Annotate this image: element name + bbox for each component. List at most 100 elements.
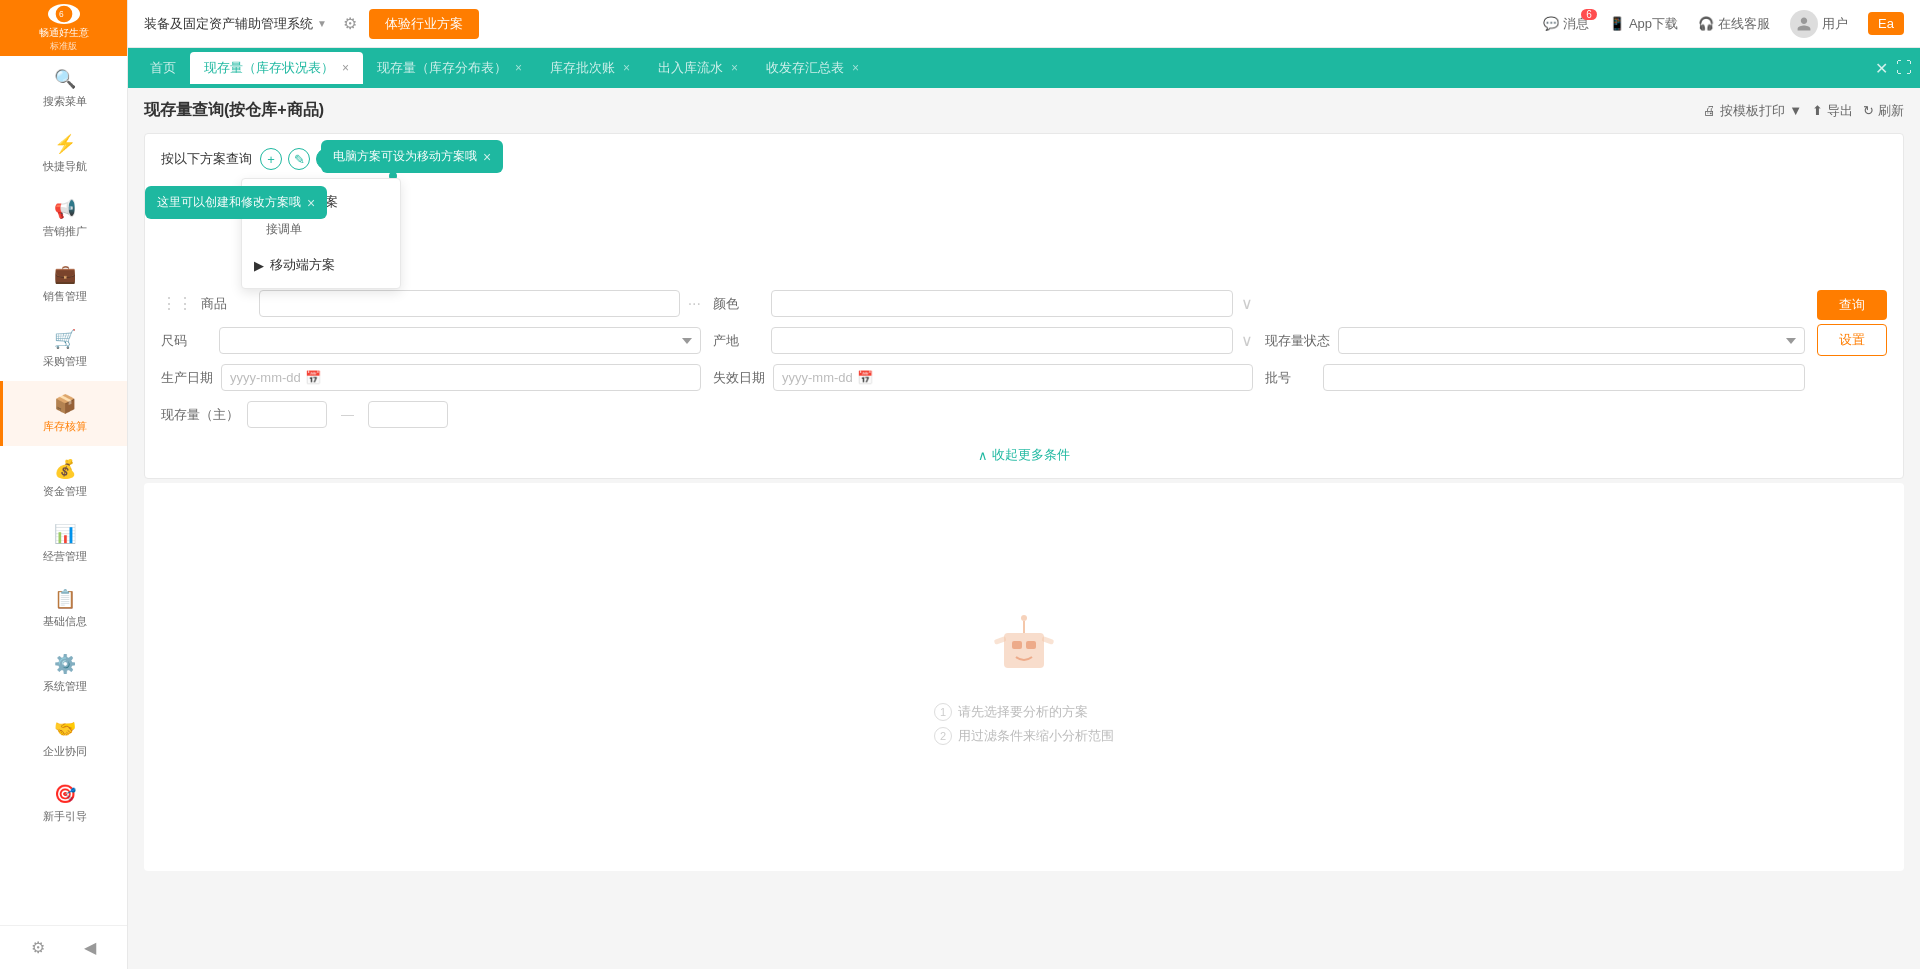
print-label: 按模板打印: [1720, 102, 1785, 120]
size-select[interactable]: [219, 327, 701, 354]
field-color-wrapper: 颜色 ∨: [713, 290, 1253, 317]
purchase-icon: 🛒: [54, 328, 76, 350]
sidebar-item-operations[interactable]: 📊 经营管理: [0, 511, 127, 576]
tab-fullscreen-button[interactable]: ⛶: [1896, 59, 1912, 77]
stock-main-to-input[interactable]: [368, 401, 448, 428]
operations-icon: 📊: [54, 523, 76, 545]
sidebar-item-sales[interactable]: 💼 销售管理: [0, 251, 127, 316]
stock-main-label: 现存量（主）: [161, 406, 239, 424]
tab-flow[interactable]: 出入库流水 ×: [644, 52, 752, 84]
collapse-icon: ▶: [254, 258, 264, 273]
sku-more-icon[interactable]: ···: [688, 295, 701, 313]
color-caret[interactable]: ∨: [1241, 294, 1253, 313]
sidebar-item-marketing[interactable]: 📢 营销推广: [0, 186, 127, 251]
tab-inventory-status[interactable]: 现存量（库存状况表） ×: [190, 52, 363, 84]
system-selector[interactable]: 装备及固定资产辅助管理系统 ▼: [144, 15, 327, 33]
mobile-scheme-header[interactable]: ▶ 移动端方案: [242, 252, 400, 278]
sidebar-item-system[interactable]: ⚙️ 系统管理: [0, 641, 127, 706]
tab-close-all-button[interactable]: ✕: [1875, 59, 1888, 78]
sidebar-item-label: 库存核算: [43, 419, 87, 434]
message-item[interactable]: 💬 消息 6: [1543, 15, 1589, 33]
svg-text:6: 6: [59, 9, 64, 19]
sku-drag-handle[interactable]: ⋮⋮: [161, 294, 193, 313]
tab-inventory-distribution[interactable]: 现存量（库存分布表） ×: [363, 52, 536, 84]
calendar-icon-2: 📅: [857, 370, 873, 385]
tab-label: 出入库流水: [658, 59, 723, 77]
user-item[interactable]: 用户: [1790, 10, 1848, 38]
solution-button[interactable]: 体验行业方案: [369, 9, 479, 39]
page-title: 现存量查询(按仓库+商品): [144, 100, 324, 121]
app-download-item[interactable]: 📱 App下载: [1609, 15, 1678, 33]
tooltip-close-2[interactable]: ×: [307, 195, 315, 211]
main-content: 装备及固定资产辅助管理系统 ▼ ⚙ 体验行业方案 💬 消息 6 📱 App下载 …: [128, 0, 1920, 969]
tooltip-text-1: 电脑方案可设为移动方案哦: [333, 148, 477, 165]
tip-text-2: 用过滤条件来缩小分析范围: [958, 727, 1114, 745]
refresh-button[interactable]: ↻ 刷新: [1863, 102, 1904, 120]
sidebar-item-nav[interactable]: ⚡ 快捷导航: [0, 121, 127, 186]
origin-caret[interactable]: ∨: [1241, 331, 1253, 350]
tab-home[interactable]: 首页: [136, 52, 190, 84]
sidebar-item-basic-info[interactable]: 📋 基础信息: [0, 576, 127, 641]
settings-icon[interactable]: ⚙: [343, 14, 357, 33]
sidebar-item-finance[interactable]: 💰 资金管理: [0, 446, 127, 511]
filter-grid: ⋮⋮ 商品 ··· 颜色 ∨: [161, 290, 1805, 438]
prod-date-label: 生产日期: [161, 369, 213, 387]
tab-close-icon[interactable]: ×: [342, 61, 349, 75]
field-batch-wrapper: 批号: [1265, 364, 1805, 391]
logo-icon: 6: [48, 4, 80, 24]
empty-state: 1 请先选择要分析的方案 2 用过滤条件来缩小分析范围: [144, 543, 1904, 811]
tip-1: 1 请先选择要分析的方案: [934, 703, 1114, 721]
tab-close-icon[interactable]: ×: [515, 61, 522, 75]
reset-button[interactable]: 设置: [1817, 324, 1887, 356]
origin-label: 产地: [713, 332, 763, 350]
collapse-up-icon: ∧: [978, 448, 988, 463]
expiry-date-placeholder: yyyy-mm-dd: [782, 370, 853, 385]
basic-info-icon: 📋: [54, 588, 76, 610]
svg-rect-3: [1012, 641, 1022, 649]
sidebar-item-enterprise[interactable]: 🤝 企业协同: [0, 706, 127, 771]
message-icon: 💬: [1543, 16, 1559, 31]
sku-input[interactable]: [259, 290, 680, 317]
online-support-item[interactable]: 🎧 在线客服: [1698, 15, 1770, 33]
system-name: 装备及固定资产辅助管理系统: [144, 15, 313, 33]
sales-icon: 💼: [54, 263, 76, 285]
origin-input[interactable]: [771, 327, 1233, 354]
search-button[interactable]: 查询: [1817, 290, 1887, 320]
tab-close-icon[interactable]: ×: [852, 61, 859, 75]
prod-date-input[interactable]: yyyy-mm-dd 📅: [221, 364, 701, 391]
tab-batch-account[interactable]: 库存批次账 ×: [536, 52, 644, 84]
tab-label: 库存批次账: [550, 59, 615, 77]
sidebar-item-label: 销售管理: [43, 289, 87, 304]
sidebar-settings-button[interactable]: ⚙: [31, 938, 45, 957]
export-label: 导出: [1827, 102, 1853, 120]
tab-close-icon[interactable]: ×: [623, 61, 630, 75]
stock-main-from-input[interactable]: [247, 401, 327, 428]
finance-icon: 💰: [54, 458, 76, 480]
field-sku-wrapper: ⋮⋮ 商品 ···: [161, 290, 701, 317]
sidebar-item-inventory[interactable]: 📦 库存核算: [0, 381, 127, 446]
svg-rect-4: [1026, 641, 1036, 649]
filter-label: 按以下方案查询: [161, 150, 252, 168]
stock-status-select[interactable]: [1338, 327, 1805, 354]
sidebar-item-purchase[interactable]: 🛒 采购管理: [0, 316, 127, 381]
stock-status-label: 现存量状态: [1265, 332, 1330, 350]
page-content: 现存量查询(按仓库+商品) 🖨 按模板打印 ▼ ⬆ 导出 ↻ 刷新: [128, 88, 1920, 969]
print-icon: 🖨: [1703, 103, 1716, 118]
header-right: 💬 消息 6 📱 App下载 🎧 在线客服 用户 Ea: [1543, 10, 1904, 38]
tooltip-close-1[interactable]: ×: [483, 149, 491, 165]
color-input[interactable]: [771, 290, 1233, 317]
collapse-button[interactable]: ∧ 收起更多条件: [161, 446, 1887, 464]
print-button[interactable]: 🖨 按模板打印 ▼: [1703, 102, 1802, 120]
sidebar-item-guide[interactable]: 🎯 新手引导: [0, 771, 127, 836]
scheme-item-pc[interactable]: 接调单: [242, 215, 400, 244]
tab-close-icon[interactable]: ×: [731, 61, 738, 75]
expiry-date-input[interactable]: yyyy-mm-dd 📅: [773, 364, 1253, 391]
add-scheme-button[interactable]: +: [260, 148, 282, 170]
batch-input[interactable]: [1323, 364, 1805, 391]
filter-collapse: ∧ 收起更多条件: [161, 438, 1887, 464]
sidebar-collapse-button[interactable]: ◀: [84, 938, 96, 957]
export-button[interactable]: ⬆ 导出: [1812, 102, 1853, 120]
sidebar-item-search[interactable]: 🔍 搜索菜单: [0, 56, 127, 121]
edit-scheme-button[interactable]: ✎: [288, 148, 310, 170]
tab-summary[interactable]: 收发存汇总表 ×: [752, 52, 873, 84]
